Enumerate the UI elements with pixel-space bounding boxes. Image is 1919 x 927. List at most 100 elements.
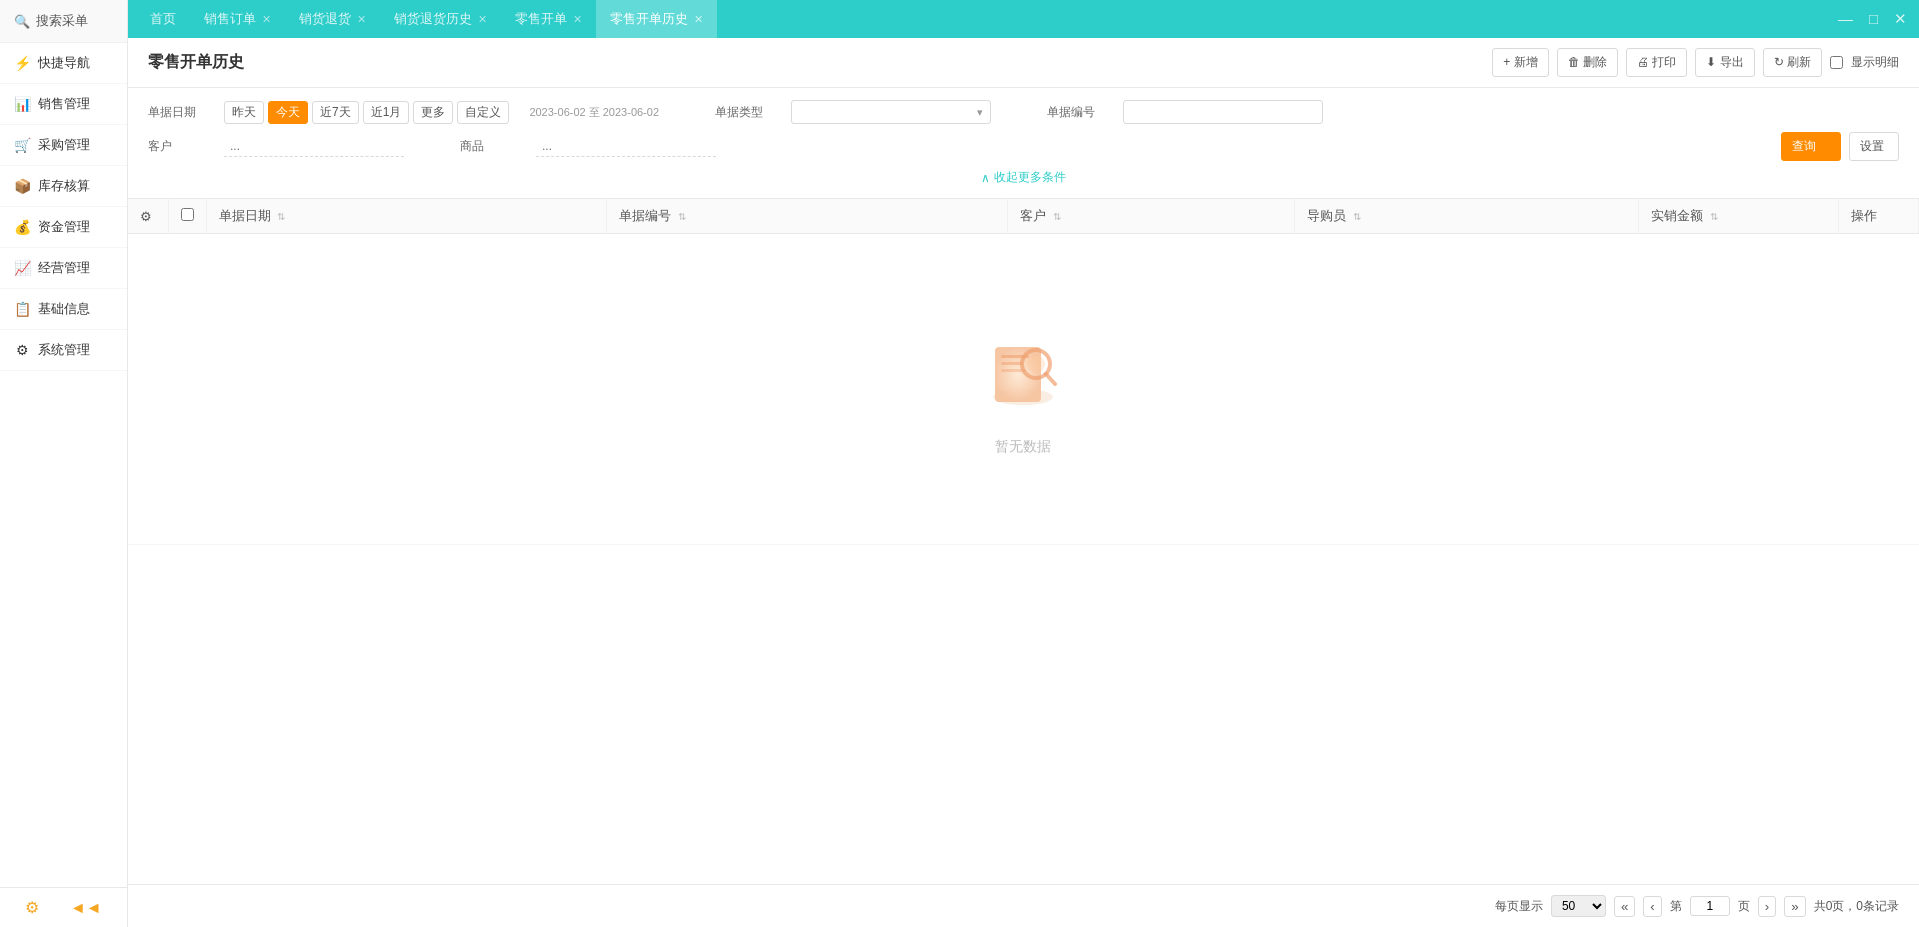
sidebar-item-finance[interactable]: 💰 资金管理	[0, 207, 127, 248]
tab-sales-return-history[interactable]: 销货退货历史 ✕	[380, 0, 501, 38]
per-page-select[interactable]: 50 10 20 100	[1551, 895, 1606, 917]
sidebar-label-quick-nav: 快捷导航	[38, 54, 90, 72]
th-settings: ⚙	[128, 199, 168, 234]
tab-close-sales-return-history[interactable]: ✕	[478, 13, 487, 26]
sidebar-icon-system: ⚙	[14, 342, 30, 358]
sidebar-label-purchase-mgmt: 采购管理	[38, 136, 90, 154]
tab-close-retail-open[interactable]: ✕	[573, 13, 582, 26]
first-page-button[interactable]: «	[1614, 896, 1635, 917]
page-suffix: 页	[1738, 898, 1750, 915]
th-action: 操作	[1839, 199, 1919, 234]
sidebar-label-finance: 资金管理	[38, 218, 90, 236]
settings-filter-button[interactable]: 设置	[1849, 132, 1899, 161]
tab-label-sales-order: 销售订单	[204, 10, 256, 28]
svg-point-7	[1027, 355, 1045, 373]
tab-retail-open-history[interactable]: 零售开单历史 ✕	[596, 0, 717, 38]
bill-number-input[interactable]	[1123, 100, 1323, 124]
sidebar-icon-finance: 💰	[14, 219, 30, 235]
sidebar-icon-purchase-mgmt: 🛒	[14, 137, 30, 153]
date-shortcut-custom[interactable]: 自定义	[457, 101, 509, 124]
prev-page-button[interactable]: ‹	[1643, 896, 1661, 917]
sidebar-item-quick-nav[interactable]: ⚡ 快捷导航	[0, 43, 127, 84]
sidebar-label-basic-info: 基础信息	[38, 300, 90, 318]
th-customer-sort-icon[interactable]: ⇅	[1053, 211, 1061, 222]
sidebar-nav: ⚡ 快捷导航 📊 销售管理 🛒 采购管理 📦 库存核算 💰 资金管理 📈 经营管…	[0, 43, 127, 887]
th-amount-sort-icon[interactable]: ⇅	[1710, 211, 1718, 222]
refresh-button[interactable]: ↻ 刷新	[1763, 48, 1822, 77]
tab-label-sales-return: 销货退货	[299, 10, 351, 28]
close-button[interactable]: ✕	[1890, 10, 1911, 28]
goods-input[interactable]	[536, 136, 716, 157]
tab-sales-order[interactable]: 销售订单 ✕	[190, 0, 285, 38]
tab-label-retail-open: 零售开单	[515, 10, 567, 28]
total-label: 共0页，0条记录	[1814, 898, 1899, 915]
th-customer-label: 客户	[1020, 208, 1046, 223]
th-number-sort-icon[interactable]: ⇅	[678, 211, 686, 222]
filter-row-1: 单据日期 昨天今天近7天近1月更多自定义 2023-06-02 至 2023-0…	[148, 100, 1899, 124]
minimize-button[interactable]: —	[1834, 10, 1857, 28]
th-guide-sort-icon[interactable]: ⇅	[1353, 211, 1361, 222]
tab-sales-return[interactable]: 销货退货 ✕	[285, 0, 380, 38]
customer-input[interactable]	[224, 136, 404, 157]
page-label: 第	[1670, 898, 1682, 915]
sidebar-item-operations[interactable]: 📈 经营管理	[0, 248, 127, 289]
add-button[interactable]: + 新增	[1492, 48, 1548, 77]
page-number-input[interactable]	[1690, 896, 1730, 916]
date-shortcut-last7[interactable]: 近7天	[312, 101, 359, 124]
sidebar-label-inventory: 库存核算	[38, 177, 90, 195]
sidebar-search[interactable]: 🔍 搜索采单	[0, 0, 127, 43]
tab-label-retail-open-history: 零售开单历史	[610, 10, 688, 28]
export-button[interactable]: ⬇ 导出	[1695, 48, 1754, 77]
maximize-button[interactable]: □	[1865, 10, 1882, 28]
date-range-display: 2023-06-02 至 2023-06-02	[529, 105, 659, 120]
empty-state: 暂无数据	[140, 242, 1907, 536]
last-page-button[interactable]: »	[1784, 896, 1805, 917]
bill-type-select[interactable]	[791, 100, 991, 124]
next-page-button[interactable]: ›	[1758, 896, 1776, 917]
date-shortcut-yesterday[interactable]: 昨天	[224, 101, 264, 124]
tab-close-sales-order[interactable]: ✕	[262, 13, 271, 26]
date-shortcut-today[interactable]: 今天	[268, 101, 308, 124]
th-guide: 导购员 ⇅	[1295, 199, 1639, 234]
table-header-row: ⚙ 单据日期 ⇅ 单据编号 ⇅ 客户 ⇅	[128, 199, 1919, 234]
table-head: ⚙ 单据日期 ⇅ 单据编号 ⇅ 客户 ⇅	[128, 199, 1919, 234]
tab-retail-open[interactable]: 零售开单 ✕	[501, 0, 596, 38]
table-settings-icon[interactable]: ⚙	[140, 209, 152, 224]
date-shortcut-last_month[interactable]: 近1月	[363, 101, 410, 124]
sidebar-item-sales-mgmt[interactable]: 📊 销售管理	[0, 84, 127, 125]
window-controls: — □ ✕	[1834, 10, 1911, 28]
display-cols-toggle[interactable]: 显示明细	[1830, 54, 1899, 71]
customer-filter-label: 客户	[148, 138, 208, 155]
display-cols-checkbox[interactable]	[1830, 56, 1843, 69]
print-button[interactable]: 🖨 打印	[1626, 48, 1687, 77]
delete-button[interactable]: 🗑 删除	[1557, 48, 1618, 77]
sidebar: 🔍 搜索采单 ⚡ 快捷导航 📊 销售管理 🛒 采购管理 📦 库存核算 💰 资金管…	[0, 0, 128, 927]
th-date: 单据日期 ⇅	[206, 199, 607, 234]
main-area: 首页销售订单 ✕ 销货退货 ✕ 销货退货历史 ✕ 零售开单 ✕ 零售开单历史 ✕ — □ ✕ 零售…	[128, 0, 1919, 927]
collapse-filter-button[interactable]: ∧ 收起更多条件	[148, 169, 1899, 186]
tab-close-sales-return[interactable]: ✕	[357, 13, 366, 26]
sidebar-item-basic-info[interactable]: 📋 基础信息	[0, 289, 127, 330]
toolbar: + 新增 🗑 删除 🖨 打印 ⬇ 导出 ↻ 刷新 显示明细	[1492, 48, 1899, 77]
sidebar-item-system[interactable]: ⚙ 系统管理	[0, 330, 127, 371]
collapse-icon[interactable]: ◄◄	[70, 899, 102, 917]
th-date-sort-icon[interactable]: ⇅	[277, 211, 285, 222]
th-customer: 客户 ⇅	[1008, 199, 1295, 234]
date-shortcut-more[interactable]: 更多	[413, 101, 453, 124]
data-table: ⚙ 单据日期 ⇅ 单据编号 ⇅ 客户 ⇅	[128, 199, 1919, 545]
search-button[interactable]: 查询	[1781, 132, 1841, 161]
sidebar-item-inventory[interactable]: 📦 库存核算	[0, 166, 127, 207]
settings-icon[interactable]: ⚙	[25, 898, 39, 917]
tab-label-sales-return-history: 销货退货历史	[394, 10, 472, 28]
per-page-label: 每页显示	[1495, 898, 1543, 915]
date-shortcuts: 昨天今天近7天近1月更多自定义	[224, 101, 509, 124]
svg-rect-3	[1001, 362, 1023, 365]
tab-close-retail-open-history[interactable]: ✕	[694, 13, 703, 26]
tab-home[interactable]: 首页	[136, 0, 190, 38]
sidebar-search-label: 搜索采单	[36, 12, 88, 30]
sidebar-item-purchase-mgmt[interactable]: 🛒 采购管理	[0, 125, 127, 166]
bill-type-select-wrapper	[791, 100, 991, 124]
tab-bar: 首页销售订单 ✕ 销货退货 ✕ 销货退货历史 ✕ 零售开单 ✕ 零售开单历史 ✕ — □ ✕	[128, 0, 1919, 38]
select-all-checkbox[interactable]	[181, 208, 194, 221]
empty-illustration	[973, 322, 1073, 422]
